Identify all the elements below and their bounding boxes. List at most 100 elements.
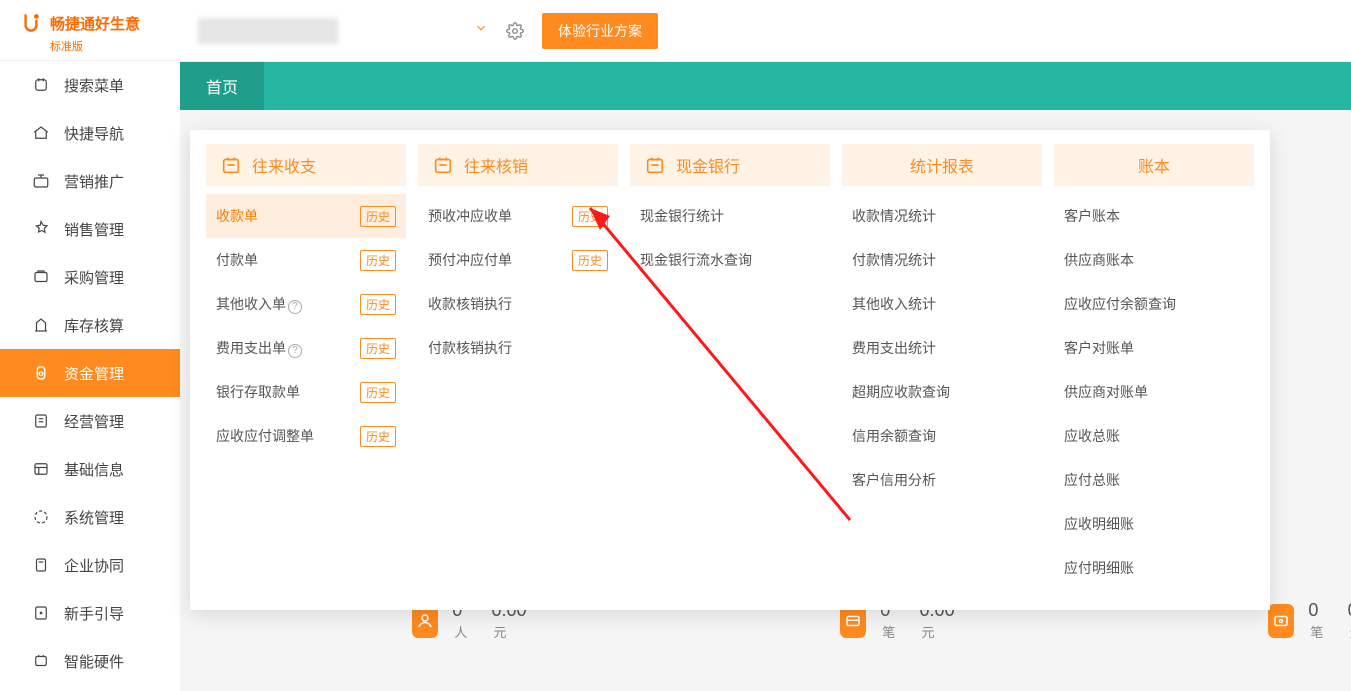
mega-item-0-3[interactable]: 费用支出单?历史 — [206, 326, 406, 370]
mega-item-2-0[interactable]: 现金银行统计 — [630, 194, 830, 238]
brand-logo-icon — [18, 10, 44, 36]
help-icon[interactable]: ? — [288, 300, 302, 314]
sidebar-item-label: 快捷导航 — [64, 123, 124, 144]
mega-item-0-5[interactable]: 应收应付调整单历史 — [206, 414, 406, 458]
history-badge[interactable]: 历史 — [572, 250, 608, 271]
sidebar-item-12[interactable]: 智能硬件 — [0, 637, 180, 685]
sidebar-item-label: 资金管理 — [64, 363, 124, 384]
mega-item-4-4[interactable]: 供应商对账单 — [1054, 370, 1254, 414]
mega-item-label: 客户对账单 — [1064, 338, 1134, 358]
mega-item-4-2[interactable]: 应收应付余额查询 — [1054, 282, 1254, 326]
mega-item-0-2[interactable]: 其他收入单? 历史 — [206, 282, 406, 326]
mega-item-3-5[interactable]: 信用余额查询 — [842, 414, 1042, 458]
mega-col-title: 统计报表 — [910, 153, 974, 177]
sidebar-item-10[interactable]: 企业协同 — [0, 541, 180, 589]
tab-bar: 首页 — [180, 62, 1351, 110]
mega-item-4-5[interactable]: 应收总账 — [1054, 414, 1254, 458]
sidebar-item-label: 系统管理 — [64, 507, 124, 528]
history-badge[interactable]: 历史 — [360, 426, 396, 447]
mega-item-label: 预付冲应付单 — [428, 250, 512, 270]
tab-home[interactable]: 首页 — [180, 62, 264, 110]
topbar: 体验行业方案 — [180, 0, 1351, 62]
mega-item-1-0[interactable]: 预收冲应收单历史 — [418, 194, 618, 238]
summary-card-icon — [1268, 604, 1294, 638]
sidebar-item-11[interactable]: 新手引导 — [0, 589, 180, 637]
mega-item-1-2[interactable]: 收款核销执行 — [418, 282, 618, 326]
sidebar-item-5[interactable]: 库存核算 — [0, 301, 180, 349]
sidebar-item-4[interactable]: 采购管理 — [0, 253, 180, 301]
mega-item-0-1[interactable]: 付款单历史 — [206, 238, 406, 282]
sidebar-item-7[interactable]: 经营管理 — [0, 397, 180, 445]
mega-col-2: 现金银行现金银行统计现金银行流水查询 — [630, 144, 830, 590]
history-badge[interactable]: 历史 — [360, 250, 396, 271]
org-switcher-blurred[interactable] — [198, 18, 338, 44]
help-icon[interactable]: ? — [288, 344, 302, 358]
history-badge[interactable]: 历史 — [360, 294, 396, 315]
mega-item-3-3[interactable]: 费用支出统计 — [842, 326, 1042, 370]
mega-item-3-0[interactable]: 收款情况统计 — [842, 194, 1042, 238]
mega-item-3-1[interactable]: 付款情况统计 — [842, 238, 1042, 282]
mega-item-3-6[interactable]: 客户信用分析 — [842, 458, 1042, 502]
mega-col-3: 统计报表收款情况统计付款情况统计其他收入统计费用支出统计超期应收款查询信用余额查… — [842, 144, 1042, 590]
brand-subtitle: 标准版 — [50, 38, 162, 54]
sidebar-item-0[interactable]: 搜索菜单 — [0, 61, 180, 109]
funds-mega-menu: 往来收支收款单历史付款单历史其他收入单?历史费用支出单?历史银行存取款单历史应收… — [190, 130, 1270, 610]
mega-col-title: 现金银行 — [676, 153, 740, 177]
mega-item-4-3[interactable]: 客户对账单 — [1054, 326, 1254, 370]
mega-item-0-4[interactable]: 银行存取款单 历史 — [206, 370, 406, 414]
mega-item-label: 供应商账本 — [1064, 250, 1134, 270]
sidebar-icon-10 — [32, 556, 50, 574]
mega-item-3-4[interactable]: 超期应收款查询 — [842, 370, 1042, 414]
mega-item-label: 费用支出统计 — [852, 338, 936, 358]
mega-item-3-2[interactable]: 其他收入统计 — [842, 282, 1042, 326]
mega-item-2-1[interactable]: 现金银行流水查询 — [630, 238, 830, 282]
sidebar-icon-0 — [32, 76, 50, 94]
sidebar-icon-6 — [32, 364, 50, 382]
main-area: 体验行业方案 首页 往来收支收款单历史付款单历史其他收入单?历史费用支出单?历史… — [180, 0, 1351, 691]
chevron-down-icon[interactable] — [474, 21, 488, 40]
mega-item-label: 付款核销执行 — [428, 338, 512, 358]
mega-item-label: 其他收入单? — [216, 294, 302, 314]
summary-card-2[interactable]: 0笔0.00元 — [1268, 600, 1351, 642]
mega-item-label: 收款单 — [216, 206, 258, 226]
industry-plan-button[interactable]: 体验行业方案 — [542, 13, 658, 49]
sidebar-item-label: 经营管理 — [64, 411, 124, 432]
mega-col-title: 往来核销 — [464, 153, 528, 177]
history-badge[interactable]: 历史 — [360, 338, 396, 359]
mega-item-4-6[interactable]: 应付总账 — [1054, 458, 1254, 502]
mega-item-4-7[interactable]: 应收明细账 — [1054, 502, 1254, 546]
sidebar-item-label: 智能硬件 — [64, 651, 124, 672]
mega-item-1-3[interactable]: 付款核销执行 — [418, 326, 618, 370]
sidebar-item-label: 搜索菜单 — [64, 75, 124, 96]
mega-item-label: 信用余额查询 — [852, 426, 936, 446]
history-badge[interactable]: 历史 — [360, 206, 396, 227]
sidebar-item-9[interactable]: 系统管理 — [0, 493, 180, 541]
sidebar-item-3[interactable]: 销售管理 — [0, 205, 180, 253]
sidebar-item-label: 营销推广 — [64, 171, 124, 192]
mega-item-label: 应付总账 — [1064, 470, 1120, 490]
sidebar-item-8[interactable]: 基础信息 — [0, 445, 180, 493]
logo-area: 畅捷通好生意 标准版 — [0, 0, 180, 61]
sidebar-icon-3 — [32, 220, 50, 238]
mega-col-header: 现金银行 — [630, 144, 830, 186]
history-badge[interactable]: 历史 — [572, 206, 608, 227]
mega-item-4-1[interactable]: 供应商账本 — [1054, 238, 1254, 282]
mega-item-label: 超期应收款查询 — [852, 382, 950, 402]
mega-item-label: 客户账本 — [1064, 206, 1120, 226]
mega-item-4-0[interactable]: 客户账本 — [1054, 194, 1254, 238]
mega-item-0-0[interactable]: 收款单 历史 — [206, 194, 406, 238]
col-header-icon — [432, 154, 454, 176]
sidebar-item-label: 采购管理 — [64, 267, 124, 288]
mega-item-4-8[interactable]: 应付明细账 — [1054, 546, 1254, 590]
sidebar-item-label: 基础信息 — [64, 459, 124, 480]
history-badge[interactable]: 历史 — [360, 382, 396, 403]
mega-item-label: 现金银行流水查询 — [640, 250, 752, 270]
mega-item-1-1[interactable]: 预付冲应付单 历史 — [418, 238, 618, 282]
settings-gear-icon[interactable] — [506, 22, 524, 40]
sidebar-item-2[interactable]: 营销推广 — [0, 157, 180, 205]
sidebar-item-label: 企业协同 — [64, 555, 124, 576]
mega-item-label: 银行存取款单 — [216, 382, 300, 402]
mega-col-header: 往来核销 — [418, 144, 618, 186]
sidebar-item-6[interactable]: 资金管理 — [0, 349, 180, 397]
sidebar-item-1[interactable]: 快捷导航 — [0, 109, 180, 157]
